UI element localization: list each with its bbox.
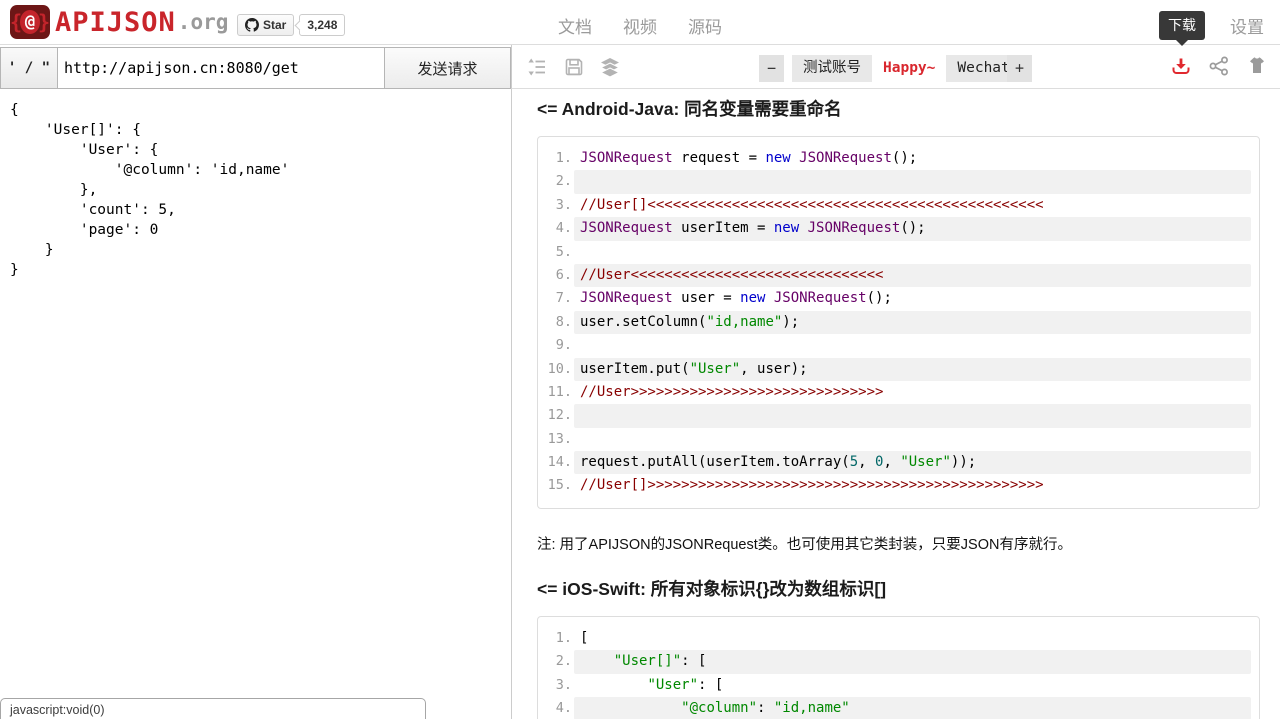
- code-line: 6.//User<<<<<<<<<<<<<<<<<<<<<<<<<<<<<<: [546, 264, 1251, 287]
- code-line: 4. "@column": "id,name": [546, 697, 1251, 719]
- account-tab-1[interactable]: Happy~: [872, 55, 946, 82]
- tshirt-icon[interactable]: [1247, 56, 1267, 76]
- code-block-ios-swift: 1.[2. "User[]": [3. "User": [4. "@column…: [537, 616, 1260, 719]
- apijson-logo-icon: { @ }: [10, 5, 50, 39]
- line-number: 1.: [546, 147, 572, 170]
- line-number: 7.: [546, 287, 572, 310]
- logo-title: APIJSON: [55, 7, 176, 38]
- download-tooltip: 下载: [1159, 11, 1205, 40]
- right-toolbar: − 测试账号Happy~Wechat +: [511, 45, 1280, 89]
- logo-brace-right: }: [38, 5, 50, 39]
- code-line: 3. "User": [: [546, 674, 1251, 697]
- share-icon[interactable]: [1209, 56, 1229, 76]
- nav-item-1[interactable]: 视频: [623, 13, 657, 38]
- code-line: 5.: [546, 241, 1251, 264]
- code-block-android-java: 1.JSONRequest request = new JSONRequest(…: [537, 136, 1260, 509]
- code-line: 3.//User[]<<<<<<<<<<<<<<<<<<<<<<<<<<<<<<…: [546, 194, 1251, 217]
- logo[interactable]: { @ } APIJSON .org: [10, 5, 228, 39]
- send-request-button[interactable]: 发送请求: [384, 47, 511, 89]
- line-number: 13.: [546, 428, 572, 451]
- nav-item-0[interactable]: 文档: [558, 13, 592, 38]
- header: { @ } APIJSON .org Star 3,248 文档视频源码 设置 …: [0, 0, 1280, 45]
- line-number: 9.: [546, 334, 572, 357]
- section-heading-ios-swift: <= iOS-Swift: 所有对象标识{}改为数组标识[]: [537, 576, 1260, 601]
- logo-suffix: .org: [178, 10, 229, 34]
- code-line: 1.[: [546, 627, 1251, 650]
- line-number: 14.: [546, 451, 572, 474]
- code-line: 14.request.putAll(userItem.toArray(5, 0,…: [546, 451, 1251, 474]
- github-star-widget: Star 3,248: [237, 14, 345, 36]
- toolbar-left-icons: [528, 57, 620, 77]
- line-number: 3.: [546, 194, 572, 217]
- line-number: 5.: [546, 241, 572, 264]
- code-line: 2.: [546, 170, 1251, 193]
- account-tabs: 测试账号Happy~Wechat: [792, 55, 1021, 82]
- code-line: 13.: [546, 428, 1251, 451]
- note-text: 注: 用了APIJSON的JSONRequest类。也可使用其它类封装，只要JS…: [537, 533, 1260, 554]
- code-line: 2. "User[]": [: [546, 650, 1251, 673]
- request-bar: ' / " 发送请求: [0, 47, 511, 89]
- code-line: 9.: [546, 334, 1251, 357]
- line-number: 8.: [546, 311, 572, 334]
- remove-account-button[interactable]: −: [759, 55, 784, 82]
- layers-icon[interactable]: [600, 57, 620, 77]
- code-line: 10.userItem.put("User", user);: [546, 358, 1251, 381]
- code-line: 15.//User[]>>>>>>>>>>>>>>>>>>>>>>>>>>>>>…: [546, 474, 1251, 497]
- line-number: 2.: [546, 650, 572, 673]
- line-number: 12.: [546, 404, 572, 427]
- nav-settings[interactable]: 设置: [1230, 13, 1264, 38]
- sort-list-icon[interactable]: [528, 57, 548, 77]
- line-number: 3.: [546, 674, 572, 697]
- json-editor[interactable]: { 'User[]': { 'User': { '@column': 'id,n…: [0, 89, 510, 719]
- line-number: 2.: [546, 170, 572, 193]
- line-number: 1.: [546, 627, 572, 650]
- apijson-app: { @ } APIJSON .org Star 3,248 文档视频源码 设置 …: [0, 0, 1280, 719]
- account-tab-0[interactable]: 测试账号: [792, 55, 872, 82]
- docs-panel: <= Android-Java: 同名变量需要重命名 1.JSONRequest…: [511, 89, 1280, 719]
- quote-toggle-button[interactable]: ' / ": [0, 47, 58, 89]
- save-icon[interactable]: [564, 57, 584, 77]
- code-line: 1.JSONRequest request = new JSONRequest(…: [546, 147, 1251, 170]
- line-number: 11.: [546, 381, 572, 404]
- download-icon[interactable]: [1171, 56, 1191, 76]
- nav-item-2[interactable]: 源码: [688, 13, 722, 38]
- github-star-button[interactable]: Star: [237, 14, 294, 36]
- github-mark-icon: [245, 18, 259, 32]
- code-line: 11.//User>>>>>>>>>>>>>>>>>>>>>>>>>>>>>>: [546, 381, 1251, 404]
- add-account-button[interactable]: +: [1007, 55, 1032, 82]
- link-preview-tooltip: javascript:void(0): [0, 698, 426, 719]
- url-input[interactable]: [57, 47, 385, 89]
- line-number: 6.: [546, 264, 572, 287]
- code-line: 7.JSONRequest user = new JSONRequest();: [546, 287, 1251, 310]
- line-number: 15.: [546, 474, 572, 497]
- code-line: 8.user.setColumn("id,name");: [546, 311, 1251, 334]
- code-line: 4.JSONRequest userItem = new JSONRequest…: [546, 217, 1251, 240]
- toolbar-right-icons: [1171, 56, 1267, 76]
- code-line: 12.: [546, 404, 1251, 427]
- section-heading-android-java: <= Android-Java: 同名变量需要重命名: [537, 96, 1260, 121]
- line-number: 4.: [546, 217, 572, 240]
- star-label: Star: [263, 18, 286, 32]
- line-number: 4.: [546, 697, 572, 719]
- line-number: 10.: [546, 358, 572, 381]
- at-icon: @: [20, 10, 40, 34]
- header-nav: 文档 视频 源码: [558, 13, 722, 38]
- star-count[interactable]: 3,248: [299, 14, 345, 36]
